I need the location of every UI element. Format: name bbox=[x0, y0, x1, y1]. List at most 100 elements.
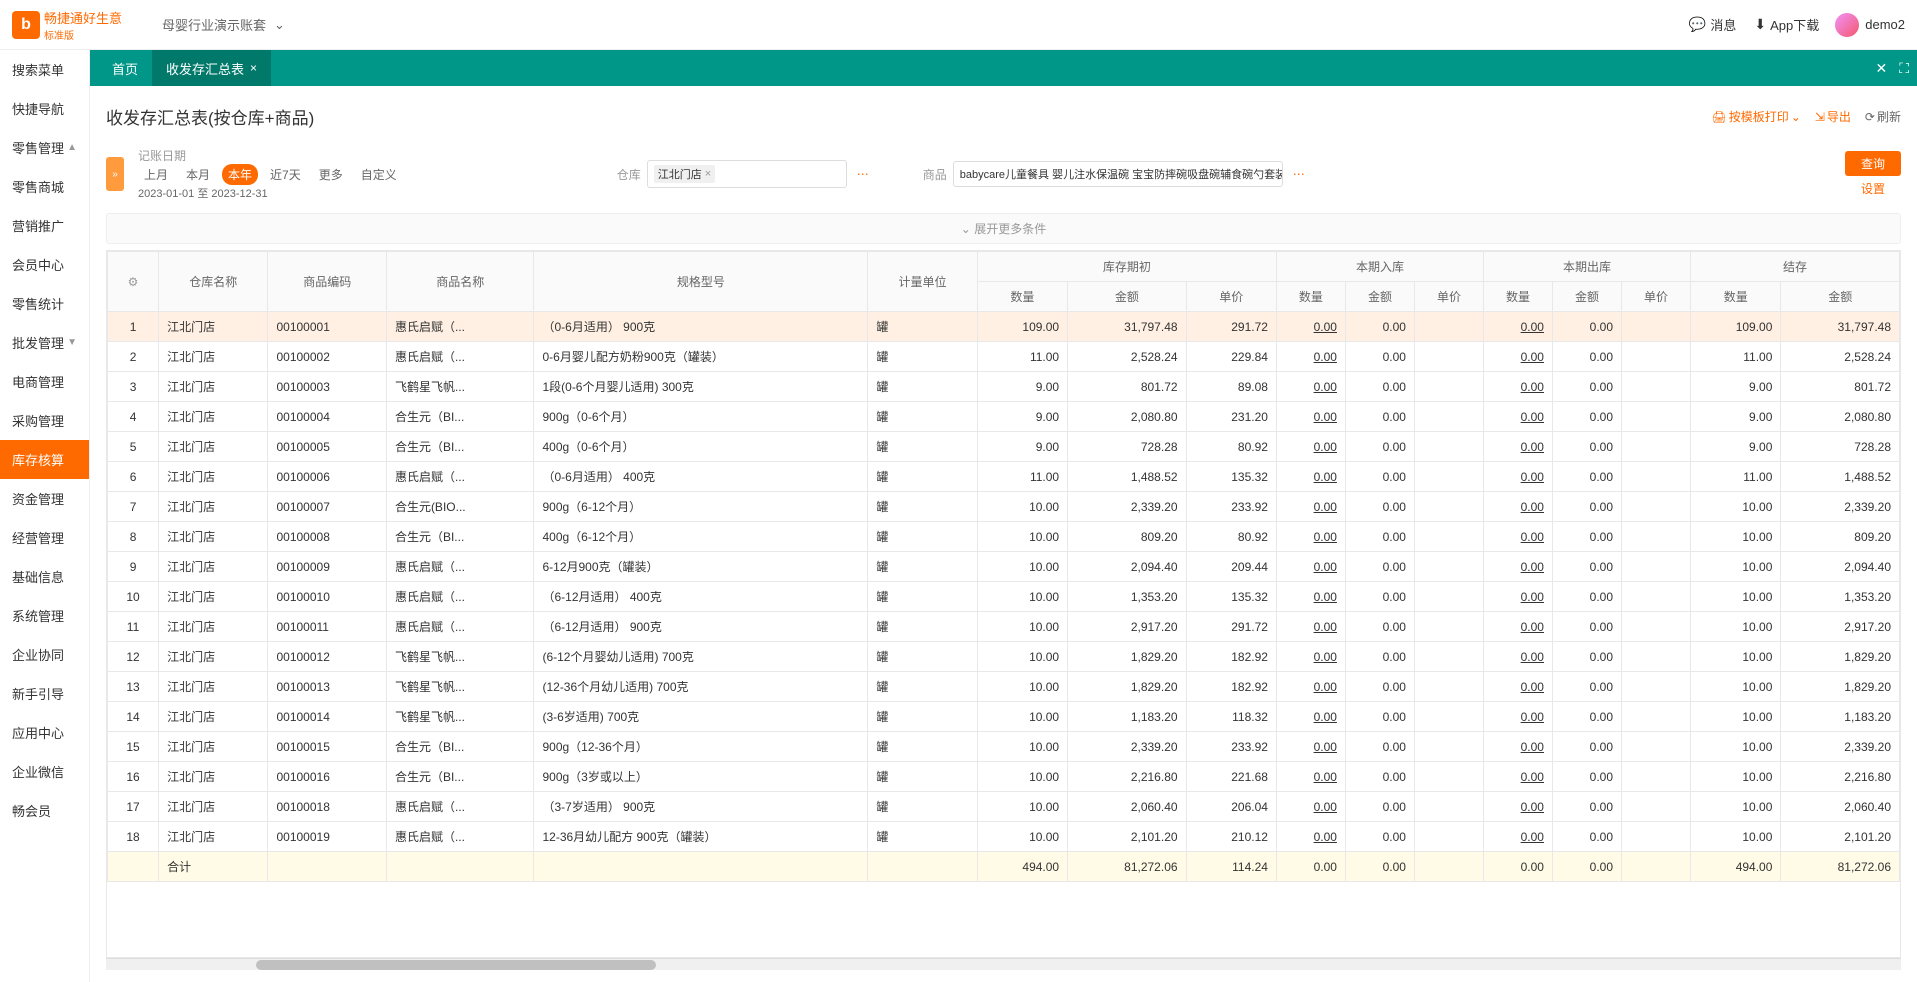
cell-in-qty[interactable]: 0.00 bbox=[1276, 462, 1345, 492]
cell-in-qty[interactable]: 0.00 bbox=[1276, 342, 1345, 372]
print-button[interactable]: 🖨 按模板打印 ⌄ bbox=[1712, 108, 1801, 125]
table-row[interactable]: 8 江北门店 00100008 合生元（BI... 400g（6-12个月） 罐… bbox=[108, 522, 1900, 552]
sidebar-item[interactable]: 应用中心 bbox=[0, 713, 89, 752]
refresh-button[interactable]: ⟳ 刷新 bbox=[1865, 108, 1901, 125]
cell-out-qty[interactable]: 0.00 bbox=[1483, 432, 1552, 462]
sidebar-item[interactable]: 企业微信 bbox=[0, 752, 89, 791]
username[interactable]: demo2 bbox=[1865, 17, 1905, 32]
cell-out-qty[interactable]: 0.00 bbox=[1483, 642, 1552, 672]
warehouse-input[interactable]: 江北门店× bbox=[647, 160, 847, 188]
cell-in-qty[interactable]: 0.00 bbox=[1276, 522, 1345, 552]
table-row[interactable]: 7 江北门店 00100007 合生元(BIO... 900g（6-12个月） … bbox=[108, 492, 1900, 522]
date-option[interactable]: 本月 bbox=[180, 164, 216, 185]
cell-out-qty[interactable]: 0.00 bbox=[1483, 552, 1552, 582]
cell-out-qty[interactable]: 0.00 bbox=[1483, 372, 1552, 402]
cell-in-qty[interactable]: 0.00 bbox=[1276, 732, 1345, 762]
cell-out-qty[interactable]: 0.00 bbox=[1483, 582, 1552, 612]
cell-in-qty[interactable]: 0.00 bbox=[1276, 822, 1345, 852]
fullscreen-icon[interactable]: ⛶ bbox=[1899, 60, 1909, 77]
cell-in-qty[interactable]: 0.00 bbox=[1276, 672, 1345, 702]
warehouse-tag[interactable]: 江北门店× bbox=[654, 165, 715, 183]
table-row[interactable]: 9 江北门店 00100009 惠氏启赋（... 6-12月900克（罐装） 罐… bbox=[108, 552, 1900, 582]
sidebar-item[interactable]: 经营管理 bbox=[0, 518, 89, 557]
sidebar-item[interactable]: 会员中心 bbox=[0, 245, 89, 284]
table-row[interactable]: 14 江北门店 00100014 飞鹤星飞帆... (3-6岁适用) 700克 … bbox=[108, 702, 1900, 732]
cell-in-qty[interactable]: 0.00 bbox=[1276, 402, 1345, 432]
cell-out-qty[interactable]: 0.00 bbox=[1483, 462, 1552, 492]
cell-in-qty[interactable]: 0.00 bbox=[1276, 432, 1345, 462]
sidebar-item[interactable]: 系统管理 bbox=[0, 596, 89, 635]
app-download-button[interactable]: ⬇ App下载 bbox=[1754, 15, 1819, 34]
cell-out-qty[interactable]: 0.00 bbox=[1483, 822, 1552, 852]
cell-out-qty[interactable]: 0.00 bbox=[1483, 342, 1552, 372]
cell-in-qty[interactable]: 0.00 bbox=[1276, 552, 1345, 582]
table-row[interactable]: 4 江北门店 00100004 合生元（BI... 900g（0-6个月） 罐 … bbox=[108, 402, 1900, 432]
sidebar-item[interactable]: 库存核算 bbox=[0, 440, 89, 479]
cell-in-qty[interactable]: 0.00 bbox=[1276, 792, 1345, 822]
product-input[interactable]: babycare儿童餐具 婴儿注水保温碗 宝宝防摔碗吸盘碗辅食碗勺套装 雀湖绿 … bbox=[953, 161, 1283, 187]
user-avatar[interactable] bbox=[1835, 13, 1859, 37]
sidebar-item[interactable]: 零售商城 bbox=[0, 167, 89, 206]
cell-in-qty[interactable]: 0.00 bbox=[1276, 312, 1345, 342]
sidebar-item[interactable]: 零售统计 bbox=[0, 284, 89, 323]
close-icon[interactable]: × bbox=[250, 61, 257, 75]
table-row[interactable]: 6 江北门店 00100006 惠氏启赋（... （0-6月适用） 400克 罐… bbox=[108, 462, 1900, 492]
scrollbar-thumb[interactable] bbox=[256, 960, 656, 970]
cell-out-qty[interactable]: 0.00 bbox=[1483, 612, 1552, 642]
export-button[interactable]: ⇲ 导出 bbox=[1815, 108, 1851, 125]
cell-in-qty[interactable]: 0.00 bbox=[1276, 642, 1345, 672]
cell-out-qty[interactable]: 0.00 bbox=[1483, 402, 1552, 432]
cell-in-qty[interactable]: 0.00 bbox=[1276, 372, 1345, 402]
cell-out-qty[interactable]: 0.00 bbox=[1483, 702, 1552, 732]
date-option[interactable]: 更多 bbox=[313, 164, 349, 185]
sidebar-item[interactable]: 资金管理 bbox=[0, 479, 89, 518]
query-button[interactable]: 查询 bbox=[1845, 151, 1901, 176]
date-option[interactable]: 自定义 bbox=[355, 164, 403, 185]
horizontal-scrollbar[interactable] bbox=[106, 958, 1901, 970]
sidebar-item[interactable]: 畅会员 bbox=[0, 791, 89, 830]
table-row[interactable]: 3 江北门店 00100003 飞鹤星飞帆... 1段(0-6个月婴儿适用) 3… bbox=[108, 372, 1900, 402]
sidebar-item[interactable]: 营销推广 bbox=[0, 206, 89, 245]
table-row[interactable]: 13 江北门店 00100013 飞鹤星飞帆... (12-36个月幼儿适用) … bbox=[108, 672, 1900, 702]
tab-close-all-icon[interactable]: ✕ bbox=[1875, 60, 1887, 77]
cell-out-qty[interactable]: 0.00 bbox=[1483, 522, 1552, 552]
sidebar-item[interactable]: 新手引导 bbox=[0, 674, 89, 713]
sidebar-item[interactable]: 企业协同 bbox=[0, 635, 89, 674]
cell-out-qty[interactable]: 0.00 bbox=[1483, 312, 1552, 342]
table-row[interactable]: 11 江北门店 00100011 惠氏启赋（... （6-12月适用） 900克… bbox=[108, 612, 1900, 642]
table-row[interactable]: 17 江北门店 00100018 惠氏启赋（... （3-7岁适用） 900克 … bbox=[108, 792, 1900, 822]
cell-out-qty[interactable]: 0.00 bbox=[1483, 732, 1552, 762]
sidebar-item[interactable]: 采购管理 bbox=[0, 401, 89, 440]
sidebar-item[interactable]: 搜索菜单 bbox=[0, 50, 89, 89]
sidebar-item[interactable]: 电商管理 bbox=[0, 362, 89, 401]
cell-out-qty[interactable]: 0.00 bbox=[1483, 792, 1552, 822]
sidebar-item[interactable]: 基础信息 bbox=[0, 557, 89, 596]
cell-in-qty[interactable]: 0.00 bbox=[1276, 492, 1345, 522]
product-more-button[interactable]: ⋯ bbox=[1293, 167, 1305, 181]
cell-in-qty[interactable]: 0.00 bbox=[1276, 612, 1345, 642]
table-row[interactable]: 10 江北门店 00100010 惠氏启赋（... （6-12月适用） 400克… bbox=[108, 582, 1900, 612]
sidebar-item[interactable]: 快捷导航 bbox=[0, 89, 89, 128]
table-row[interactable]: 15 江北门店 00100015 合生元（BI... 900g（12-36个月）… bbox=[108, 732, 1900, 762]
date-option[interactable]: 本年 bbox=[222, 164, 258, 185]
settings-button[interactable]: 设置 bbox=[1845, 180, 1901, 197]
table-row[interactable]: 12 江北门店 00100012 飞鹤星飞帆... (6-12个月婴幼儿适用) … bbox=[108, 642, 1900, 672]
date-option[interactable]: 近7天 bbox=[264, 164, 307, 185]
warehouse-more-button[interactable]: ⋯ bbox=[857, 167, 869, 181]
account-selector[interactable]: 母婴行业演示账套 ⌄ bbox=[162, 15, 285, 34]
cell-in-qty[interactable]: 0.00 bbox=[1276, 762, 1345, 792]
date-option[interactable]: 上月 bbox=[138, 164, 174, 185]
cell-in-qty[interactable]: 0.00 bbox=[1276, 702, 1345, 732]
table-row[interactable]: 5 江北门店 00100005 合生元（BI... 400g（0-6个月） 罐 … bbox=[108, 432, 1900, 462]
close-icon[interactable]: × bbox=[705, 168, 711, 180]
cell-out-qty[interactable]: 0.00 bbox=[1483, 492, 1552, 522]
tab[interactable]: 首页 bbox=[98, 50, 152, 86]
collapse-filter-button[interactable]: » bbox=[106, 157, 124, 191]
table-row[interactable]: 2 江北门店 00100002 惠氏启赋（... 0-6月婴儿配方奶粉900克（… bbox=[108, 342, 1900, 372]
table-row[interactable]: 18 江北门店 00100019 惠氏启赋（... 12-36月幼儿配方 900… bbox=[108, 822, 1900, 852]
sidebar-item[interactable]: 批发管理▼ bbox=[0, 323, 89, 362]
tab[interactable]: 收发存汇总表× bbox=[152, 50, 271, 86]
expand-more-button[interactable]: ⌄ 展开更多条件 bbox=[106, 213, 1901, 244]
cell-out-qty[interactable]: 0.00 bbox=[1483, 762, 1552, 792]
cell-out-qty[interactable]: 0.00 bbox=[1483, 672, 1552, 702]
